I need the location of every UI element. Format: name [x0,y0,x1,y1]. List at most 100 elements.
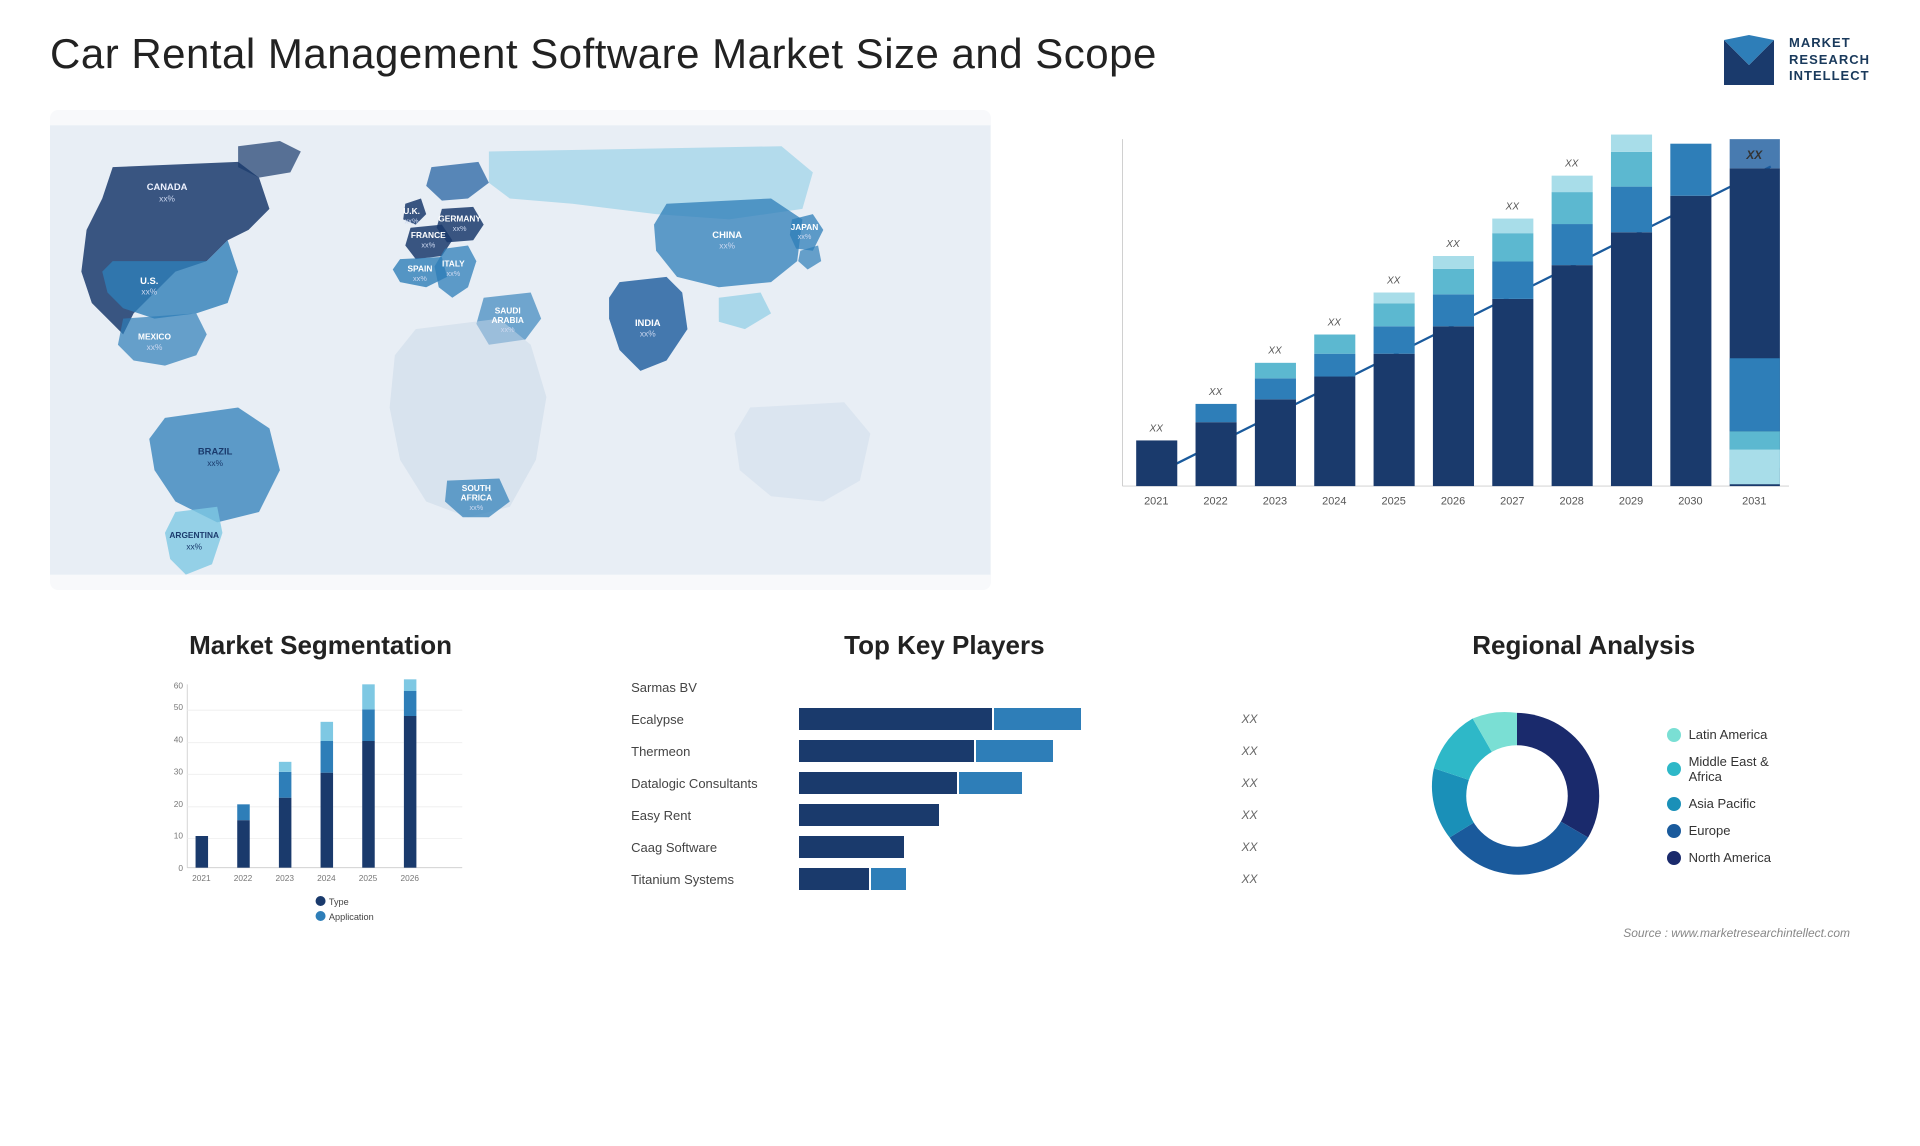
player-name: Datalogic Consultants [631,776,791,791]
svg-text:GERMANY: GERMANY [438,213,481,223]
bar-segment-2 [871,868,906,890]
logo-area: MARKET RESEARCH INTELLECT [1719,30,1870,90]
svg-text:20: 20 [174,799,184,809]
player-name: Ecalypse [631,712,791,727]
bar-segment-1 [799,868,869,890]
growth-chart-svg: XX XX XX XX [1071,130,1841,550]
top-section: CANADA xx% U.S. xx% MEXICO xx% BRAZIL xx… [50,110,1870,590]
legend-dot-na [1667,851,1681,865]
regional-title: Regional Analysis [1318,630,1850,661]
player-xx-label: XX [1242,776,1258,790]
legend-item-latin: Latin America [1667,727,1771,742]
player-bar-container [799,868,1227,890]
svg-text:2026: 2026 [1440,495,1464,507]
bar-segment-1 [799,740,974,762]
svg-text:xx%: xx% [147,342,163,352]
player-xx-label: XX [1242,808,1258,822]
legend-label-apac: Asia Pacific [1689,796,1756,811]
svg-text:XX: XX [1326,317,1341,328]
svg-text:Application: Application [329,912,374,922]
legend-list: Latin America Middle East &Africa Asia P… [1667,727,1771,865]
svg-text:Type: Type [329,897,349,907]
svg-text:ARGENTINA: ARGENTINA [169,530,219,540]
svg-text:2024: 2024 [317,873,336,883]
legend-item-mea: Middle East &Africa [1667,754,1771,784]
svg-text:BRAZIL: BRAZIL [198,446,233,457]
source-text: Source : www.marketresearchintellect.com [1318,926,1850,940]
svg-text:XX: XX [1207,387,1222,398]
svg-text:ITALY: ITALY [442,258,465,268]
svg-text:JAPAN: JAPAN [791,222,819,232]
regional-content: Latin America Middle East &Africa Asia P… [1318,676,1850,916]
svg-text:2029: 2029 [1618,495,1642,507]
player-bar-container [799,708,1227,730]
regional-section: Regional Analysis [1298,620,1870,1040]
svg-text:xx%: xx% [453,224,467,233]
legend-dot-latin [1667,728,1681,742]
svg-text:2025: 2025 [1381,495,1405,507]
map-container: CANADA xx% U.S. xx% MEXICO xx% BRAZIL xx… [50,110,991,590]
svg-text:xx%: xx% [719,241,735,251]
bottom-section: Market Segmentation 0 10 20 30 40 50 60 [50,620,1870,1040]
svg-text:xx%: xx% [446,269,460,278]
svg-text:2027: 2027 [1500,495,1524,507]
player-xx-label: XX [1242,712,1258,726]
svg-text:XX: XX [1504,201,1519,212]
svg-text:ARABIA: ARABIA [491,315,523,325]
bar-segment-2 [976,740,1053,762]
svg-text:40: 40 [174,735,184,745]
world-map-svg: CANADA xx% U.S. xx% MEXICO xx% BRAZIL xx… [50,110,991,590]
svg-text:MEXICO: MEXICO [138,332,171,342]
svg-text:XX: XX [1385,275,1400,286]
player-row: Caag SoftwareXX [631,836,1257,858]
svg-text:xx%: xx% [640,328,656,338]
svg-text:CANADA: CANADA [147,181,188,192]
key-players-title: Top Key Players [631,630,1257,661]
svg-text:xx%: xx% [413,274,427,283]
legend-label-latin: Latin America [1689,727,1768,742]
svg-text:2021: 2021 [1144,495,1168,507]
player-row: ThermeonXX [631,740,1257,762]
svg-text:2023: 2023 [275,873,294,883]
growth-chart-container: XX XX XX XX [1011,110,1871,590]
player-name: Thermeon [631,744,791,759]
segmentation-chart-svg: 0 10 20 30 40 50 60 [70,676,571,926]
svg-text:XX: XX [1745,148,1763,162]
svg-text:AFRICA: AFRICA [461,492,493,502]
svg-text:50: 50 [174,702,184,712]
svg-text:2028: 2028 [1559,495,1583,507]
legend-dot-mea [1667,762,1681,776]
players-list: Sarmas BVEcalypseXXThermeonXXDatalogic C… [631,676,1257,890]
legend-dot-apac [1667,797,1681,811]
header: Car Rental Management Software Market Si… [50,30,1870,90]
svg-text:xx%: xx% [186,542,202,552]
svg-text:xx%: xx% [798,232,812,241]
svg-text:xx%: xx% [421,241,435,250]
svg-text:CHINA: CHINA [712,229,742,240]
player-row: Easy Rent XX [631,804,1257,826]
svg-text:2022: 2022 [1203,495,1227,507]
svg-text:2021: 2021 [192,873,211,883]
svg-text:10: 10 [174,831,184,841]
svg-text:2026: 2026 [400,873,419,883]
legend-item-na: North America [1667,850,1771,865]
svg-text:SPAIN: SPAIN [407,264,432,274]
player-name: Easy Rent [631,808,791,823]
player-bar-container [799,772,1227,794]
svg-text:U.S.: U.S. [140,275,158,286]
svg-text:XX: XX [1267,346,1282,357]
player-bar-container [799,836,1227,858]
legend-item-europe: Europe [1667,823,1771,838]
bar-segment-1 [799,836,904,858]
legend-item-apac: Asia Pacific [1667,796,1771,811]
segmentation-section: Market Segmentation 0 10 20 30 40 50 60 [50,620,591,1040]
bar-segment-2 [994,708,1082,730]
svg-text:INDIA: INDIA [635,317,661,328]
legend-label-na: North America [1689,850,1771,865]
svg-text:60: 60 [174,681,184,691]
svg-text:FRANCE: FRANCE [411,230,446,240]
svg-text:xx%: xx% [141,287,157,297]
player-row: Datalogic Consultants XX [631,772,1257,794]
bar-segment-1 [799,804,939,826]
player-bar-container [799,740,1227,762]
